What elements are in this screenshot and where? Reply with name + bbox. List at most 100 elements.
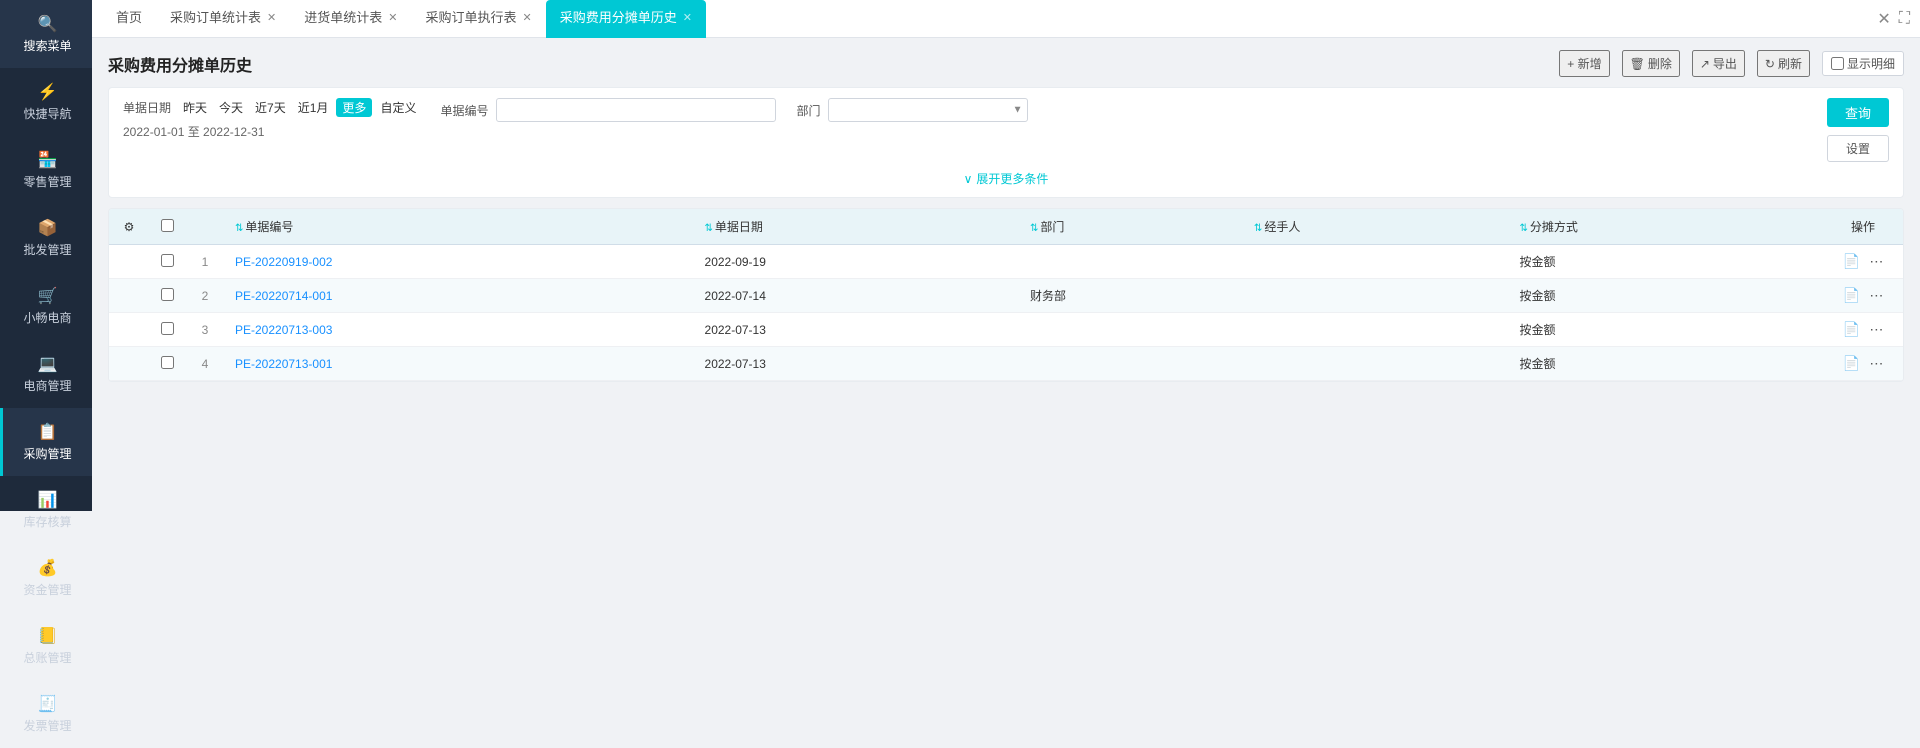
sidebar-item-purchase[interactable]: 📋采购管理 [0,408,92,476]
row-handler [1244,279,1510,313]
dept-select[interactable]: 财务部 [828,98,1028,122]
show-cols-checkbox[interactable] [1831,57,1844,70]
more-ops-icon[interactable]: ⋯ [1869,253,1883,269]
row-split-method: 按金额 [1509,313,1823,347]
sidebar-item-search[interactable]: 🔍搜索菜单 [0,0,92,68]
sidebar-item-finance[interactable]: 💰资金管理 [0,544,92,612]
view-icon[interactable]: 📄 [1843,355,1860,371]
last7days-btn[interactable]: 近7天 [251,98,290,117]
tab-close-icon[interactable]: ✕ [267,0,276,37]
tab-bar-actions: ✕ ⛶ [1877,9,1910,29]
col-checkbox [149,209,185,245]
tab-label: 进货单统计表 [304,0,382,37]
quick-nav-icon: ⚡ [3,82,92,102]
row-checkbox-cell [149,313,185,347]
refresh-button[interactable]: ↻ 刷新 [1757,50,1810,77]
refresh-icon: ↻ [1765,57,1775,71]
doc-no-link[interactable]: PE-20220714-001 [235,289,332,303]
sidebar-item-label: 零售管理 [23,175,71,189]
doc-no-link[interactable]: PE-20220919-002 [235,255,332,269]
ecommerce-icon: 💻 [3,354,92,374]
wholesale-icon: 📦 [3,218,92,238]
row-checkbox-cell [149,245,185,279]
table-row: 1 PE-20220919-002 2022-09-19 按金额 📄 ⋯ [109,245,1903,279]
tab-purchase-cost-history[interactable]: 采购费用分摊单历史✕ [546,0,706,38]
row-split-method: 按金额 [1509,245,1823,279]
dept-select-wrapper: 财务部 ▼ [828,98,1028,122]
filter-settings-button[interactable]: 设置 [1827,135,1889,162]
export-button[interactable]: ↗ 导出 [1692,50,1745,77]
row-checkbox[interactable] [161,254,174,267]
row-dept [1020,313,1244,347]
page-header: 采购费用分摊单历史 + 新增 🗑 删除 ↗ 导出 ↻ 刷新 显示明细 [108,50,1904,77]
tab-label: 首页 [116,0,142,37]
sidebar-item-ledger[interactable]: 📒总账管理 [0,612,92,680]
doc-no-input[interactable] [496,98,776,122]
row-checkbox[interactable] [161,288,174,301]
more-ops-icon[interactable]: ⋯ [1869,321,1883,337]
inventory-icon: 📊 [3,490,92,510]
main-content: 首页采购订单统计表✕进货单统计表✕采购订单执行表✕采购费用分摊单历史✕ ✕ ⛶ … [92,0,1920,511]
row-handler [1244,313,1510,347]
more-ops-icon[interactable]: ⋯ [1869,355,1883,371]
doc-no-link[interactable]: PE-20220713-001 [235,357,332,371]
expand-window-icon[interactable]: ⛶ [1899,10,1910,28]
sidebar-item-label: 发票管理 [23,719,71,733]
small-shop-icon: 🛒 [3,286,92,306]
today-btn[interactable]: 今天 [215,98,247,117]
tab-label: 采购订单统计表 [170,0,261,37]
row-dept [1020,245,1244,279]
more-date-btn[interactable]: 更多 [336,98,372,117]
row-doc-no: PE-20220714-001 [225,279,695,313]
sidebar-item-quick-nav[interactable]: ⚡ 快捷导航 [0,68,92,136]
tab-purchase-order-stats[interactable]: 采购订单统计表✕ [156,0,290,38]
sidebar-item-label: 快捷导航 [23,107,71,121]
tab-close-icon[interactable]: ✕ [523,0,532,37]
view-icon[interactable]: 📄 [1843,253,1860,269]
query-button[interactable]: 查询 [1827,98,1889,127]
tab-home[interactable]: 首页 [102,0,156,38]
sidebar-item-ecommerce[interactable]: 💻 电商管理 [0,340,92,408]
show-cols-checkbox-label[interactable]: 显示明细 [1822,51,1904,76]
date-filter-group: 单据日期 昨天 今天 近7天 近1月 更多 自定义 2022-01-01 至 2… [123,98,420,140]
expand-more-btn[interactable]: ∨ 展开更多条件 [964,170,1049,187]
sidebar-item-label: 批发管理 [23,243,71,257]
delete-icon: 🗑 [1630,57,1645,71]
close-window-icon[interactable]: ✕ [1877,9,1890,29]
tab-close-icon[interactable]: ✕ [388,0,397,37]
add-button[interactable]: + 新增 [1559,50,1609,77]
tab-close-icon[interactable]: ✕ [683,0,692,37]
yesterday-btn[interactable]: 昨天 [179,98,211,117]
col-settings[interactable]: ⚙ [109,209,149,245]
sidebar-item-small-shop[interactable]: 🛒 小畅电商 [0,272,92,340]
sidebar-item-inventory[interactable]: 📊库存核算 [0,476,92,544]
sidebar-item-invoice[interactable]: 🧾发票管理 [0,680,92,748]
filter-row: 单据日期 昨天 今天 近7天 近1月 更多 自定义 2022-01-01 至 2… [123,98,1889,162]
sidebar-item-wholesale[interactable]: 📦 批发管理 [0,204,92,272]
sidebar-item-retail[interactable]: 🏪 零售管理 [0,136,92,204]
doc-no-link[interactable]: PE-20220713-003 [235,323,332,337]
sidebar-item-label: 采购管理 [23,447,71,461]
custom-date-btn[interactable]: 自定义 [376,98,420,117]
row-ops: 📄 ⋯ [1823,279,1903,313]
row-ops: 📄 ⋯ [1823,313,1903,347]
tab-goods-in-stats[interactable]: 进货单统计表✕ [290,0,411,38]
date-range-text: 2022-01-01 至 2022-12-31 [123,123,420,140]
doc-no-filter-group: 单据编号 [440,98,776,122]
row-checkbox-cell [149,279,185,313]
delete-button[interactable]: 🗑 删除 [1622,50,1680,77]
row-checkbox[interactable] [161,322,174,335]
select-all-checkbox[interactable] [161,219,174,232]
sidebar-item-label: 小畅电商 [23,311,71,325]
sidebar-item-label: 电商管理 [23,379,71,393]
last1month-btn[interactable]: 近1月 [294,98,333,117]
expand-row: ∨ 展开更多条件 [123,166,1889,187]
row-checkbox-cell [149,347,185,381]
retail-icon: 🏪 [3,150,92,170]
more-ops-icon[interactable]: ⋯ [1869,287,1883,303]
tab-purchase-order-exec[interactable]: 采购订单执行表✕ [411,0,545,38]
view-icon[interactable]: 📄 [1843,321,1860,337]
col-num [185,209,225,245]
row-checkbox[interactable] [161,356,174,369]
view-icon[interactable]: 📄 [1843,287,1860,303]
